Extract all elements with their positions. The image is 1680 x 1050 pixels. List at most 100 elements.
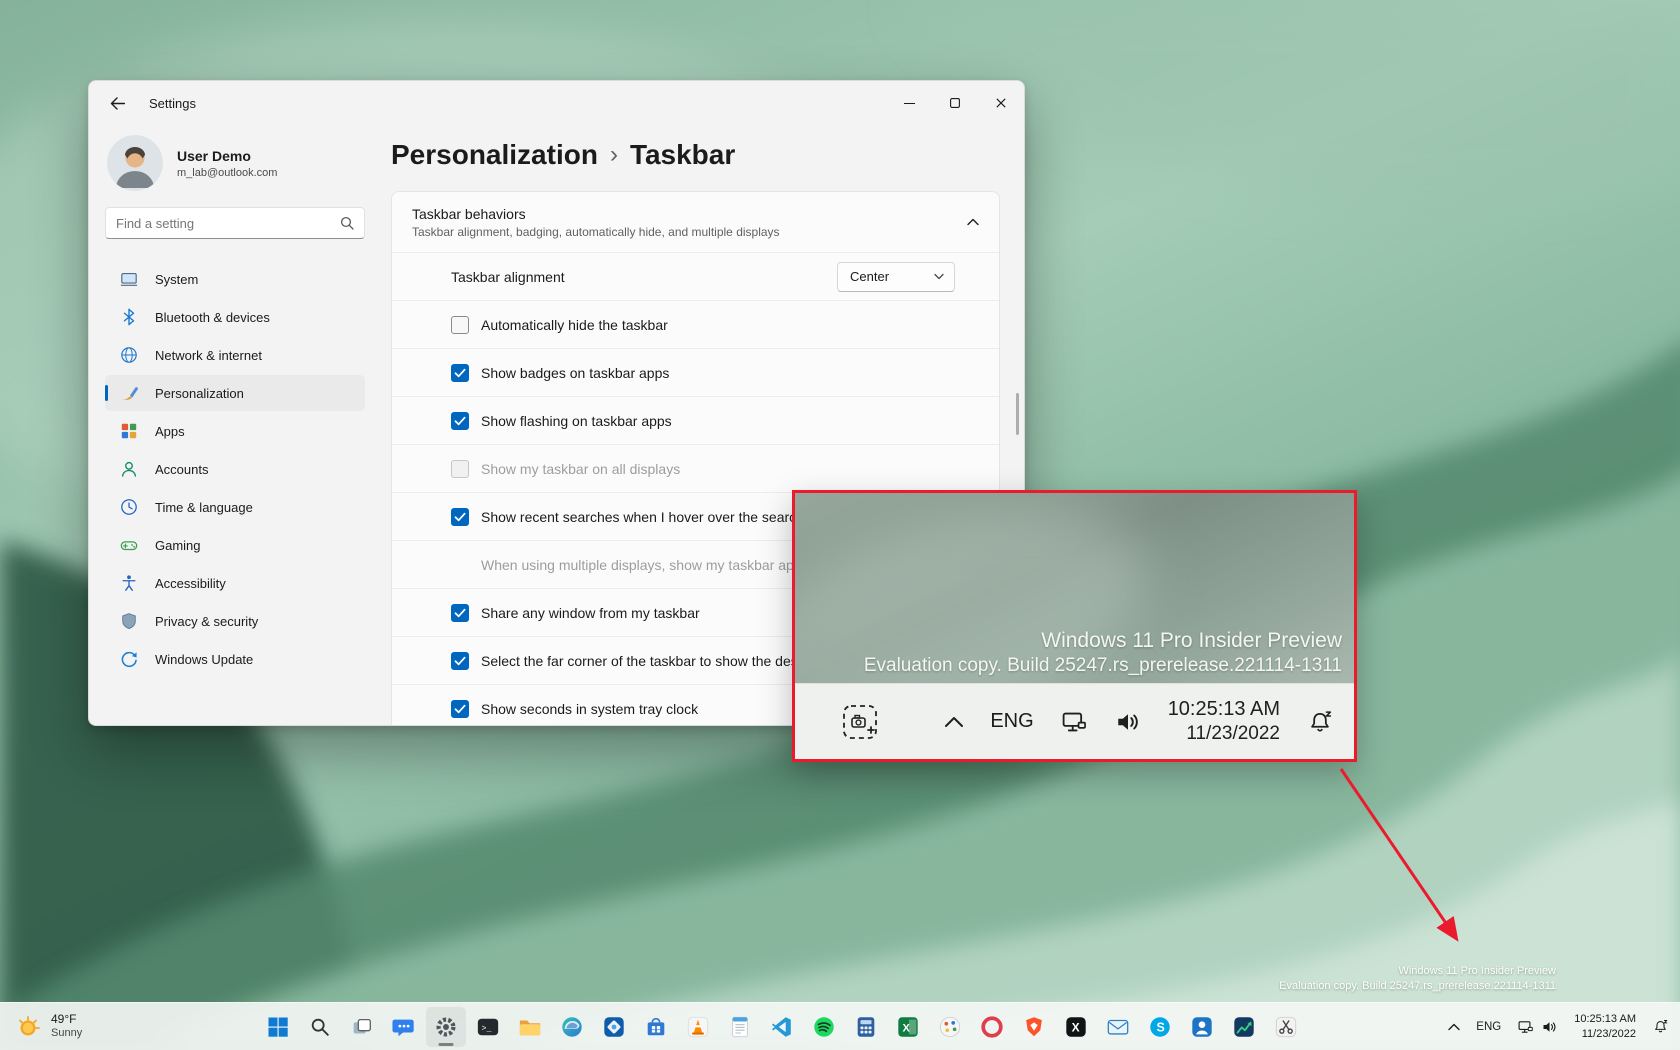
calculator-button[interactable] (846, 1007, 886, 1047)
breadcrumb-root[interactable]: Personalization (391, 137, 598, 173)
sidebar-item-label: Privacy & security (155, 613, 259, 629)
task-view-button[interactable] (342, 1007, 382, 1047)
scrollbar[interactable] (1016, 393, 1019, 435)
terminal-button[interactable]: >_ (468, 1007, 508, 1047)
maximize-button[interactable] (932, 81, 978, 125)
mail-button[interactable] (1098, 1007, 1138, 1047)
setting-label: Show my taskbar on all displays (481, 460, 681, 477)
settings-app-button[interactable] (426, 1006, 466, 1047)
people-button[interactable] (1182, 1007, 1222, 1047)
setting-row-taskbar-alignment: Taskbar alignment Center (392, 252, 999, 300)
svg-text:X: X (1072, 1020, 1080, 1034)
file-explorer-button[interactable] (510, 1007, 550, 1047)
vlc-button[interactable] (678, 1007, 718, 1047)
checkbox-checked[interactable] (451, 699, 469, 718)
checkbox-checked[interactable] (451, 411, 469, 430)
shield-icon (119, 611, 139, 631)
excel-button[interactable]: X (888, 1007, 928, 1047)
settings-search[interactable] (105, 207, 365, 239)
setting-label: Show recent searches when I hover over t… (481, 508, 834, 525)
setting-label: Taskbar alignment (451, 268, 565, 285)
sidebar-item-label: Network & internet (155, 347, 262, 363)
snipping-tool-button[interactable] (1266, 1007, 1306, 1047)
stocks-button[interactable] (1224, 1007, 1264, 1047)
taskbar-search-button[interactable] (300, 1007, 340, 1047)
tray-clock[interactable]: 10:25:13 AM 11/23/2022 (1567, 1007, 1643, 1047)
start-button[interactable] (258, 1007, 298, 1047)
checkbox-checked[interactable] (451, 603, 469, 622)
x-button[interactable]: X (1056, 1007, 1096, 1047)
sidebar-item-system[interactable]: System (105, 261, 365, 297)
chevron-down-icon (934, 273, 944, 280)
checkbox-checked[interactable] (451, 507, 469, 526)
inset-notification-bell-icon (1311, 710, 1332, 732)
skype-icon: S (1150, 1016, 1170, 1037)
sidebar-item-accounts[interactable]: Accounts (105, 451, 365, 487)
photos-icon (604, 1016, 624, 1037)
checkbox-checked[interactable] (451, 363, 469, 382)
bluetooth-icon (119, 307, 139, 327)
expander-subtitle: Taskbar alignment, badging, automaticall… (412, 224, 780, 239)
snipping-tool-icon (1275, 1016, 1297, 1037)
search-input[interactable] (116, 215, 332, 231)
search-icon (340, 216, 354, 230)
back-button[interactable] (99, 88, 135, 118)
gamepad-icon (119, 535, 139, 555)
watermark-line1: Windows 11 Pro Insider Preview (1398, 965, 1556, 978)
clock-icon (119, 497, 139, 517)
store-button[interactable] (636, 1007, 676, 1047)
chat-button[interactable] (384, 1007, 424, 1047)
notepad-button[interactable] (720, 1007, 760, 1047)
weather-condition: Sunny (51, 1027, 83, 1040)
breadcrumb: Personalization › Taskbar (391, 137, 1000, 173)
paint-button[interactable] (930, 1007, 970, 1047)
sidebar-item-label: System (155, 271, 199, 287)
weather-widget[interactable]: 49°F Sunny (4, 1007, 94, 1046)
photos-button[interactable] (594, 1007, 634, 1047)
vscode-button[interactable] (762, 1007, 802, 1047)
minimize-button[interactable] (886, 81, 932, 125)
user-card[interactable]: User Demo m_lab@outlook.com (105, 131, 365, 207)
notification-center-button[interactable] (1645, 1007, 1676, 1047)
language-indicator[interactable]: ENG (1469, 1007, 1508, 1047)
skype-button[interactable]: S (1140, 1007, 1180, 1047)
paint-palette-icon (939, 1016, 961, 1037)
user-email: m_lab@outlook.com (177, 166, 278, 179)
sidebar-item-time-language[interactable]: Time & language (105, 489, 365, 525)
gear-icon (436, 1016, 456, 1037)
globe-icon (119, 345, 139, 365)
sidebar-item-accessibility[interactable]: Accessibility (105, 565, 365, 601)
inset-time: 10:25:13 AM (1167, 698, 1280, 721)
taskbar-behaviors-expander[interactable]: Taskbar behaviors Taskbar alignment, bad… (392, 192, 999, 252)
sidebar-item-bluetooth-devices[interactable]: Bluetooth & devices (105, 299, 365, 335)
opera-icon (981, 1015, 1003, 1038)
checkbox-checked[interactable] (451, 651, 469, 670)
update-icon (119, 649, 139, 669)
setting-label: Share any window from my taskbar (481, 604, 700, 621)
sidebar-item-windows-update[interactable]: Windows Update (105, 641, 365, 677)
spotify-button[interactable] (804, 1007, 844, 1047)
tray-zoom-inset: Windows 11 Pro Insider Preview Evaluatio… (792, 490, 1357, 762)
close-button[interactable] (978, 81, 1024, 125)
sidebar-item-personalization[interactable]: Personalization (105, 375, 365, 411)
brave-button[interactable] (1014, 1007, 1054, 1047)
edge-button[interactable] (552, 1007, 592, 1047)
sidebar-item-privacy-security[interactable]: Privacy & security (105, 603, 365, 639)
opera-button[interactable] (972, 1007, 1012, 1047)
checkbox-unchecked[interactable] (451, 315, 469, 334)
network-icon (1518, 1020, 1533, 1033)
hidden-icons-button[interactable] (1441, 1007, 1467, 1047)
person-icon (119, 459, 139, 479)
search-icon (311, 1018, 329, 1036)
avatar (107, 135, 163, 191)
sidebar-item-label: Windows Update (155, 651, 254, 667)
paintbrush-icon (119, 383, 139, 403)
desktop-watermark: Windows 11 Pro Insider Preview Evaluatio… (1279, 964, 1556, 994)
folder-icon (519, 1020, 541, 1035)
sidebar-item-gaming[interactable]: Gaming (105, 527, 365, 563)
terminal-icon: >_ (477, 1018, 499, 1035)
taskbar-alignment-dropdown[interactable]: Center (837, 261, 955, 292)
sidebar-item-network-internet[interactable]: Network & internet (105, 337, 365, 373)
network-volume-button[interactable] (1510, 1007, 1565, 1047)
sidebar-item-apps[interactable]: Apps (105, 413, 365, 449)
